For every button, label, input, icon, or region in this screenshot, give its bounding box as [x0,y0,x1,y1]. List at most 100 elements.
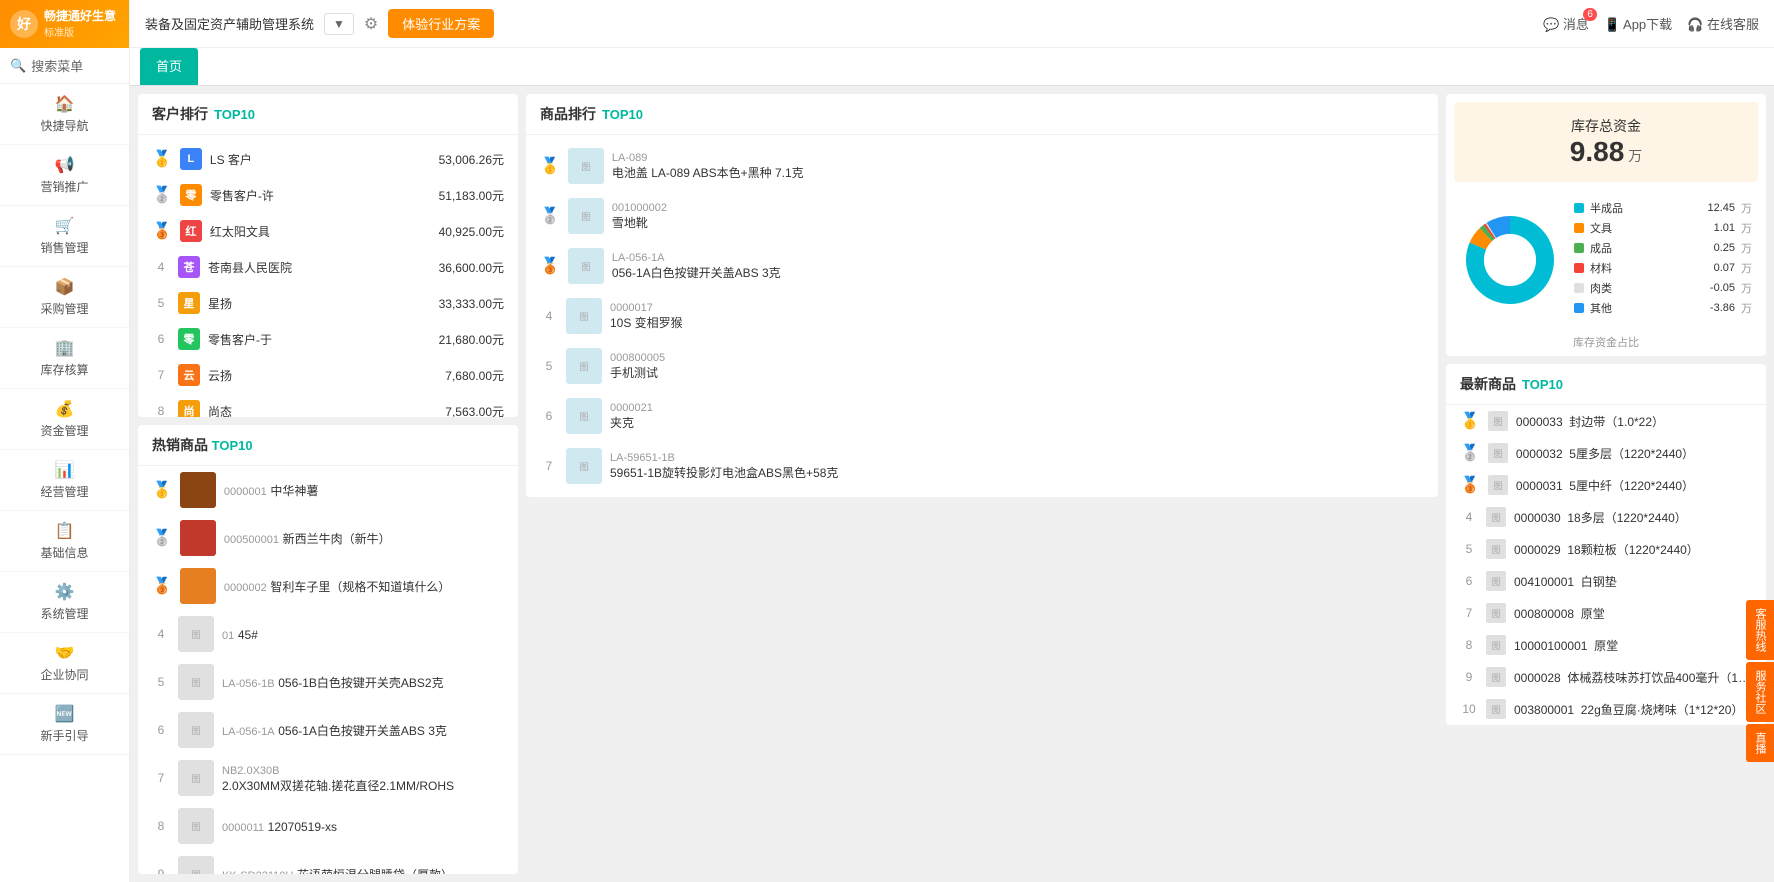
product-rank-item[interactable]: 🥈 图 001000002 雪地靴 [526,191,1438,241]
customer-avatar: 红 [180,220,202,242]
new-product-item[interactable]: 🥉 图 0000031 5厘中纤（1220*2440） [1446,469,1766,501]
sidebar-item-company[interactable]: 🤝企业协同 [0,633,129,694]
hot-product-info: NB2.0X30B 2.0X30MM双搓花轴.搓花直径2.1MM/ROHS [222,762,504,794]
trial-button[interactable]: 体验行业方案 [388,9,494,38]
customer-rank-item[interactable]: 8 尚 尚态 7,563.00元 [138,393,518,417]
new-product-thumb: 图 [1486,507,1506,527]
new-product-item[interactable]: 4 图 0000030 18多层（1220*2440） [1446,501,1766,533]
quick-nav-label: 快捷导航 [40,117,88,134]
sidebar-item-finance[interactable]: 💰资金管理 [0,389,129,450]
hot-product-thumb [180,472,216,508]
sidebar-item-basic[interactable]: 📋基础信息 [0,511,129,572]
sidebar-item-quick-nav[interactable]: 🏠快捷导航 [0,84,129,145]
product-ranking-header: 商品排行 TOP10 [526,94,1438,135]
hot-product-name: 中华神薯 [270,484,318,498]
customer-rank-item[interactable]: 🥇 L LS 客户 53,006.26元 [138,141,518,177]
hot-product-item[interactable]: 4 图 01 45# [138,610,518,658]
support-button[interactable]: 客服热线 [1746,600,1774,660]
customer-name: LS 客户 [210,151,431,168]
hot-product-item[interactable]: 9 图 KK-SD22110H 花语萌恒温分腿睡袋（厚款） [138,850,518,874]
product-rank-item[interactable]: 🥇 图 LA-089 电池盖 LA-089 ABS本色+黑种 7.1克 [526,141,1438,191]
product-rank-item[interactable]: 7 图 LA-59651-1B 59651-1B旋转投影灯电池盒ABS黑色+58… [526,441,1438,491]
product-rank-item[interactable]: 5 图 000800005 手机测试 [526,341,1438,391]
hot-product-thumb: 图 [178,664,214,700]
product-info: LA-056-1A 056-1A白色按键开关盖ABS 3克 [612,252,1424,281]
support-button[interactable]: 服务社区 [1746,662,1774,722]
hot-product-item[interactable]: 7 图 NB2.0X30B 2.0X30MM双搓花轴.搓花直径2.1MM/ROH… [138,754,518,802]
new-product-item[interactable]: 5 图 0000029 18颗粒板（1220*2440） [1446,533,1766,565]
product-info: 001000002 雪地靴 [612,202,1424,231]
new-product-item[interactable]: 9 图 0000028 体械荔枝味苏打饮品400毫升（1*15） [1446,661,1766,693]
customer-rank-item[interactable]: 🥈 零 零售客户-许 51,183.00元 [138,177,518,213]
search-menu[interactable]: 🔍 搜索菜单 [0,48,129,84]
customer-amount: 7,563.00元 [445,403,504,418]
app-download-button[interactable]: 📱 App下载 [1604,14,1672,33]
product-rank-item[interactable]: 4 图 0000017 10S 变相罗猴 [526,291,1438,341]
product-rank-item[interactable]: 6 图 0000021 夹克 [526,391,1438,441]
topbar-actions: 💬 6 消息 📱 App下载 🎧 在线客服 [1543,14,1759,33]
product-info: 0000021 夹克 [610,402,1424,431]
sidebar-item-system[interactable]: ⚙️系统管理 [0,572,129,633]
new-product-item[interactable]: 7 图 000800008 原堂 [1446,597,1766,629]
new-product-name: 0000031 5厘中纤（1220*2440） [1516,477,1752,494]
hot-product-item[interactable]: 8 图 0000011 12070519-xs [138,802,518,850]
product-thumb: 图 [566,448,602,484]
product-rank-item[interactable]: 🥉 图 LA-056-1A 056-1A白色按键开关盖ABS 3克 [526,241,1438,291]
legend-unit: 万 [1741,200,1752,216]
hot-products-list: 🥇 0000001 中华神薯 🥈 000500001 新西兰牛肉（新牛） 🥉 0… [138,466,518,874]
new-product-name: 10000100001 原堂 [1514,637,1752,654]
sidebar-item-operation[interactable]: 📊经营管理 [0,450,129,511]
hot-product-item[interactable]: 6 图 LA-056-1A 056-1A白色按键开关盖ABS 3克 [138,706,518,754]
customer-rank-item[interactable]: 🥉 红 红太阳文具 40,925.00元 [138,213,518,249]
tabs-bar: 首页 [130,48,1774,86]
new-product-item[interactable]: 8 图 10000100001 原堂 [1446,629,1766,661]
sidebar-item-purchase[interactable]: 📦采购管理 [0,267,129,328]
product-info: 000800005 手机测试 [610,352,1424,381]
main-wrapper: 装备及固定资产辅助管理系统 ▼ ⚙ 体验行业方案 💬 6 消息 📱 App下载 … [130,0,1774,882]
new-product-item[interactable]: 🥈 图 0000032 5厘多层（1220*2440） [1446,437,1766,469]
customer-avatar: 星 [178,292,200,314]
product-name: 10S 变相罗猴 [610,314,1424,331]
new-product-item[interactable]: 🥇 图 0000033 封边带（1.0*22） [1446,405,1766,437]
new-product-item[interactable]: 6 图 004100001 白钢垫 [1446,565,1766,597]
hot-product-name: 056-1B白色按键开关壳ABS2克 [278,676,443,690]
hot-product-item[interactable]: 🥇 0000001 中华神薯 [138,466,518,514]
inventory-unit: 万 [1628,148,1642,164]
inventory-icon: 🏢 [55,338,75,358]
customer-rank-item[interactable]: 4 苍 苍南县人民医院 36,600.00元 [138,249,518,285]
chevron-down-icon: ▼ [333,17,345,31]
customer-amount: 40,925.00元 [439,223,504,240]
medal-silver-icon: 🥈 [540,206,560,226]
hot-product-item[interactable]: 🥈 000500001 新西兰牛肉（新牛） [138,514,518,562]
sidebar-item-sales[interactable]: 🛒销售管理 [0,206,129,267]
tab-home[interactable]: 首页 [140,48,198,85]
medal-gold-icon: 🥇 [1460,411,1480,431]
customer-amount: 33,333.00元 [439,295,504,312]
sidebar-item-inventory[interactable]: 🏢库存核算 [0,328,129,389]
new-product-item[interactable]: 10 图 003800001 22g鱼豆腐·烧烤味（1*12*20） [1446,693,1766,725]
customer-rank-item[interactable]: 7 云 云扬 7,680.00元 [138,357,518,393]
system-dropdown[interactable]: ▼ [324,13,354,35]
medal-silver-icon: 🥈 [1460,443,1480,463]
rank-num: 5 [152,675,170,689]
medal-bronze-icon: 🥉 [152,221,172,241]
inventory-donut-chart [1460,210,1560,310]
gear-icon[interactable]: ⚙ [364,14,378,34]
customer-rank-item[interactable]: 5 星 星扬 33,333.00元 [138,285,518,321]
online-service-button[interactable]: 🎧 在线客服 [1687,14,1759,33]
message-button[interactable]: 💬 6 消息 [1543,14,1589,33]
customer-rank-item[interactable]: 6 零 零售客户-于 21,680.00元 [138,321,518,357]
operation-label: 经营管理 [40,483,88,500]
sidebar-item-guide[interactable]: 🆕新手引导 [0,694,129,755]
right-panel: 库存总资金 9.88 万 [1446,94,1766,874]
hot-product-info: 0000002 智利车子里（规格不知道填什么） [224,578,504,595]
legend-item: 成品 0.25 万 [1574,240,1752,256]
purchase-icon: 📦 [55,277,75,297]
hot-product-item[interactable]: 🥉 0000002 智利车子里（规格不知道填什么） [138,562,518,610]
rank-num: 8 [152,404,170,417]
support-button[interactable]: 直播 [1746,724,1774,762]
sidebar-item-marketing[interactable]: 📢营销推广 [0,145,129,206]
hot-product-item[interactable]: 5 图 LA-056-1B 056-1B白色按键开关壳ABS2克 [138,658,518,706]
new-product-name: 0000028 体械荔枝味苏打饮品400毫升（1*15） [1514,669,1752,686]
hot-product-info: 0000011 12070519-xs [222,819,504,834]
